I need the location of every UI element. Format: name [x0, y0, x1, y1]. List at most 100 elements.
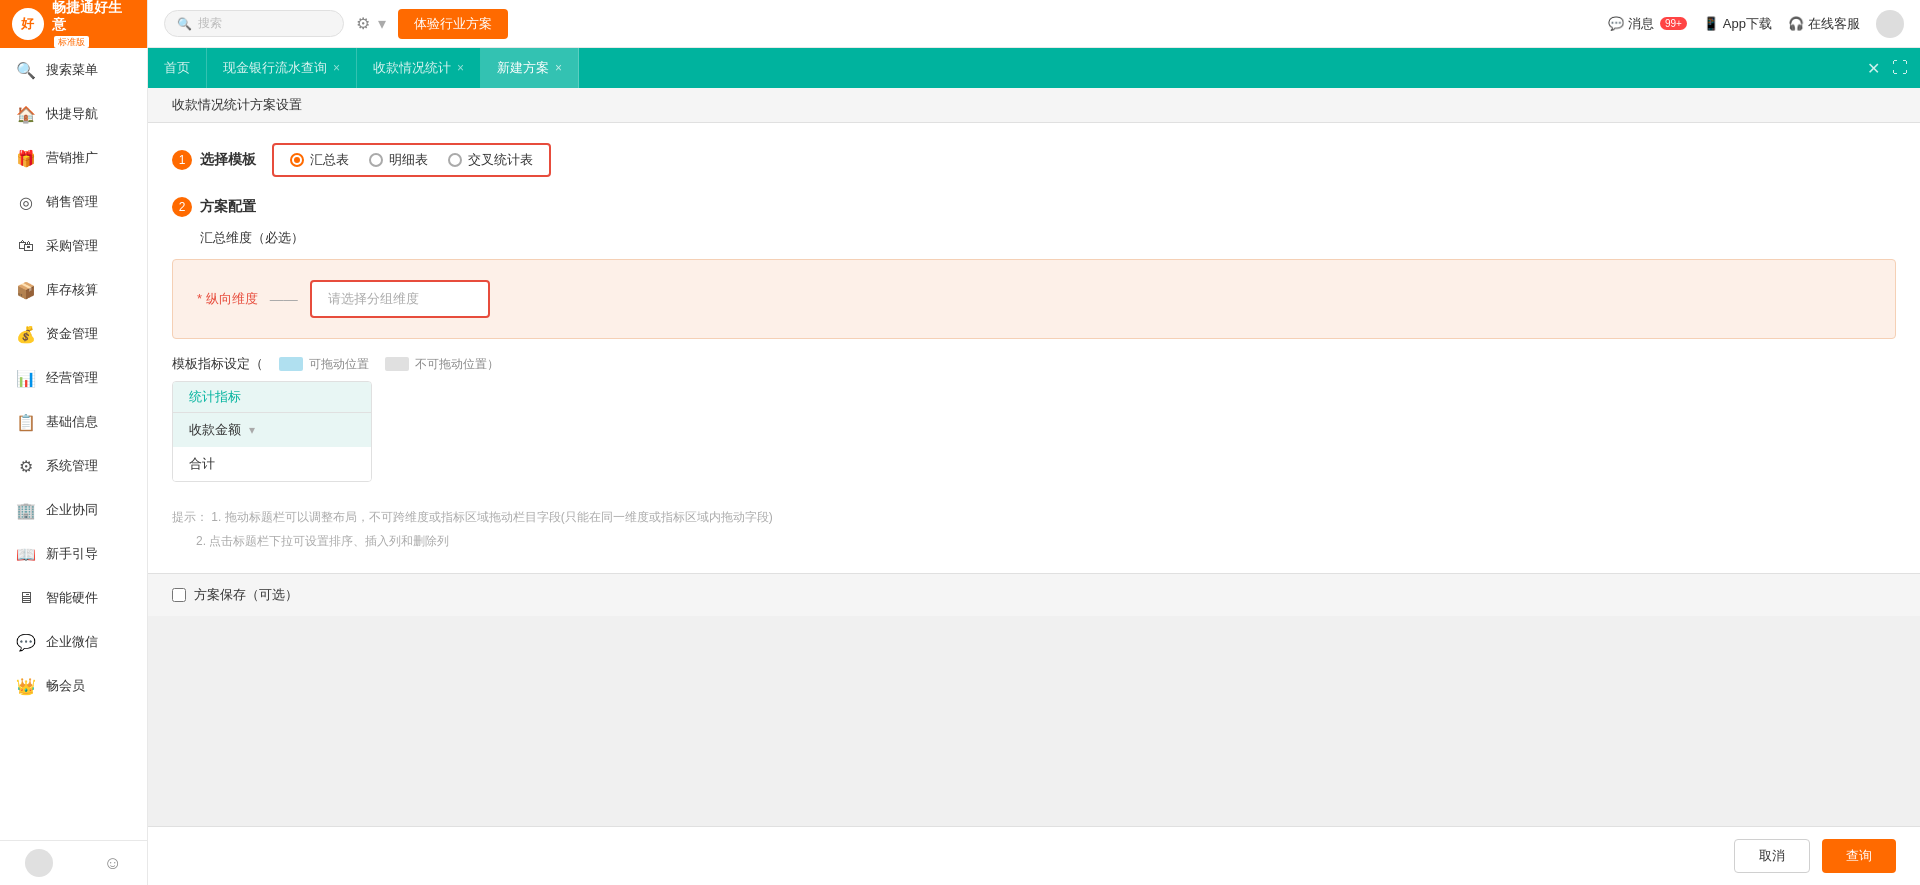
tab-collection-stats-close[interactable]: ×: [457, 61, 464, 75]
metrics-table-header: 统计指标: [173, 382, 371, 413]
settings-card: 1 选择模板 汇总表 明细表 交叉统计表: [148, 123, 1920, 573]
arrow-right-icon: ——: [270, 291, 298, 307]
dimension-title: 汇总维度（必选）: [200, 229, 1896, 247]
message-badge: 99+: [1660, 17, 1687, 30]
tab-expand-icon[interactable]: ⛶: [1892, 59, 1908, 77]
sidebar-item-inventory[interactable]: 📦 库存核算: [0, 268, 147, 312]
hint-non-draggable-item: 不可拖动位置）: [385, 356, 499, 373]
cancel-button[interactable]: 取消: [1734, 839, 1810, 873]
sidebar-item-purchase[interactable]: 🛍 采购管理: [0, 224, 147, 268]
step1-label: 选择模板: [200, 151, 256, 169]
tab-new-plan[interactable]: 新建方案 ×: [481, 48, 579, 88]
purchase-icon: 🛍: [16, 237, 36, 255]
metrics-table-data-row[interactable]: 收款金额 ▾: [173, 413, 371, 447]
sidebar-item-enterprise[interactable]: 🏢 企业协同: [0, 488, 147, 532]
topbar-right: 💬 消息 99+ 📱 App下载 🎧 在线客服: [1608, 10, 1904, 38]
hardware-icon: 🖥: [16, 589, 36, 607]
query-button[interactable]: 查询: [1822, 839, 1896, 873]
hint-non-draggable-label: 不可拖动位置）: [415, 356, 499, 373]
step1-badge: 1: [172, 150, 192, 170]
metrics-section-label-text: 模板指标设定（: [172, 356, 263, 371]
message-item[interactable]: 💬 消息 99+: [1608, 15, 1687, 33]
radio-summary-label: 汇总表: [310, 151, 349, 169]
tab-cash-bank-close[interactable]: ×: [333, 61, 340, 75]
sidebar-item-search-menu[interactable]: 🔍 搜索菜单: [0, 48, 147, 92]
tip1-text: 1. 拖动标题栏可以调整布局，不可跨维度或指标区域拖动栏目字段(只能在同一维度或…: [211, 510, 772, 524]
step2-header: 2 方案配置: [172, 197, 1896, 217]
tab-close-all-icon[interactable]: ✕: [1867, 59, 1880, 78]
tip2: 2. 点击标题栏下拉可设置排序、插入列和删除列: [172, 529, 1896, 553]
radio-detail-label: 明细表: [389, 151, 428, 169]
dimension-select[interactable]: 请选择分组维度: [310, 280, 490, 318]
save-checkbox[interactable]: [172, 588, 186, 602]
sidebar-bottom-icon2[interactable]: ☺: [103, 853, 121, 874]
radio-summary-dot: [290, 153, 304, 167]
radio-cross-label: 交叉统计表: [468, 151, 533, 169]
download-icon: 📱: [1703, 16, 1719, 31]
radio-cross-dot: [448, 153, 462, 167]
tab-collection-stats[interactable]: 收款情况统计 ×: [357, 48, 481, 88]
tab-bar: 首页 现金银行流水查询 × 收款情况统计 × 新建方案 × ✕ ⛶: [148, 48, 1920, 88]
tabs-end: ✕ ⛶: [1855, 48, 1920, 88]
sidebar-item-label: 企业微信: [46, 633, 98, 651]
sidebar-item-label: 新手引导: [46, 545, 98, 563]
sidebar-item-quick-nav[interactable]: 🏠 快捷导航: [0, 92, 147, 136]
sidebar-item-label: 搜索菜单: [46, 61, 98, 79]
radio-summary[interactable]: 汇总表: [290, 151, 349, 169]
enterprise-icon: 🏢: [16, 501, 36, 520]
metrics-row-label: 收款金额: [189, 421, 241, 439]
sidebar-item-label: 资金管理: [46, 325, 98, 343]
topbar-search[interactable]: 🔍 搜索: [164, 10, 344, 37]
tip1: 提示： 1. 拖动标题栏可以调整布局，不可跨维度或指标区域拖动栏目字段(只能在同…: [172, 505, 1896, 529]
tip2-text: 2. 点击标题栏下拉可设置排序、插入列和删除列: [196, 534, 449, 548]
sidebar-item-finance[interactable]: 💰 资金管理: [0, 312, 147, 356]
tab-home[interactable]: 首页: [148, 48, 207, 88]
gear-icon[interactable]: ⚙: [356, 14, 370, 33]
step2-label: 方案配置: [200, 198, 256, 216]
sidebar-item-marketing[interactable]: 🎁 营销推广: [0, 136, 147, 180]
radio-cross[interactable]: 交叉统计表: [448, 151, 533, 169]
sidebar-item-hardware[interactable]: 🖥 智能硬件: [0, 576, 147, 620]
sidebar-item-label: 企业协同: [46, 501, 98, 519]
sidebar-item-label: 销售管理: [46, 193, 98, 211]
operation-icon: 📊: [16, 369, 36, 388]
download-item[interactable]: 📱 App下载: [1703, 15, 1772, 33]
trial-button[interactable]: 体验行业方案: [398, 9, 508, 39]
guide-icon: 📖: [16, 545, 36, 564]
page-title: 收款情况统计方案设置: [172, 97, 302, 112]
sales-icon: ◎: [16, 193, 36, 212]
user-avatar[interactable]: [1876, 10, 1904, 38]
dropdown-icon[interactable]: ▾: [378, 14, 386, 33]
sidebar-item-guide[interactable]: 📖 新手引导: [0, 532, 147, 576]
tab-new-plan-label: 新建方案: [497, 59, 549, 77]
metrics-hint-row: 模板指标设定（ 可拖动位置 不可拖动位置）: [172, 355, 1896, 373]
sidebar-bottom-avatar[interactable]: [25, 849, 53, 877]
page-content: 收款情况统计方案设置 1 选择模板 汇总表 明细表: [148, 88, 1920, 826]
dimension-row: * 纵向维度 —— 请选择分组维度: [197, 280, 1871, 318]
hint-draggable-item: 可拖动位置: [279, 356, 369, 373]
wechat-icon: 💬: [16, 633, 36, 652]
metrics-dropdown-icon[interactable]: ▾: [249, 423, 255, 437]
radio-detail[interactable]: 明细表: [369, 151, 428, 169]
tab-new-plan-close[interactable]: ×: [555, 61, 562, 75]
tab-cash-bank[interactable]: 现金银行流水查询 ×: [207, 48, 357, 88]
hint-draggable-swatch: [279, 357, 303, 371]
dimension-area: * 纵向维度 —— 请选择分组维度: [172, 259, 1896, 339]
sidebar-item-basic-info[interactable]: 📋 基础信息: [0, 400, 147, 444]
app-name: 畅捷通好生意: [52, 0, 135, 33]
sidebar-item-sales[interactable]: ◎ 销售管理: [0, 180, 147, 224]
system-icon: ⚙: [16, 457, 36, 476]
step2-section: 2 方案配置 汇总维度（必选） * 纵向维度 —— 请选择分组维度: [172, 197, 1896, 553]
sidebar-item-wechat[interactable]: 💬 企业微信: [0, 620, 147, 664]
logo-icon: 好: [12, 8, 44, 40]
quick-nav-icon: 🏠: [16, 105, 36, 124]
download-label: App下载: [1723, 15, 1772, 33]
service-item[interactable]: 🎧 在线客服: [1788, 15, 1860, 33]
sidebar-item-operation[interactable]: 📊 经营管理: [0, 356, 147, 400]
member-icon: 👑: [16, 677, 36, 696]
search-menu-icon: 🔍: [16, 61, 36, 80]
bottom-action-bar: 取消 查询: [148, 826, 1920, 885]
dimension-label: * 纵向维度: [197, 290, 258, 308]
sidebar-item-member[interactable]: 👑 畅会员: [0, 664, 147, 708]
sidebar-item-system[interactable]: ⚙ 系统管理: [0, 444, 147, 488]
